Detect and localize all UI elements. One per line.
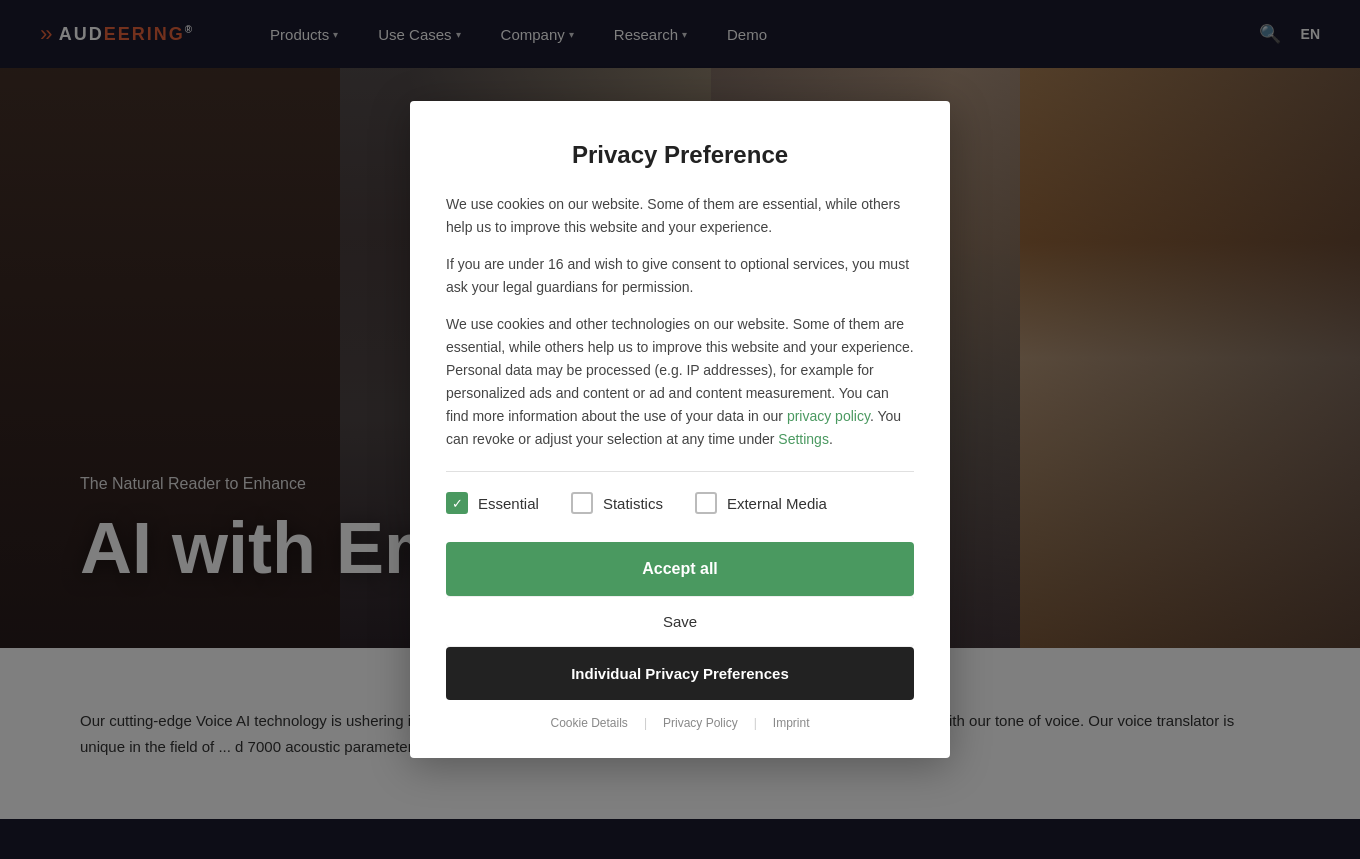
modal-backdrop: Privacy Preference We use cookies on our… <box>0 0 1360 819</box>
checkbox-row: ✓ Essential Statistics External Media <box>446 492 914 514</box>
modal-para3: We use cookies and other technologies on… <box>446 313 914 452</box>
footer-sep-1: | <box>644 716 647 730</box>
settings-link[interactable]: Settings <box>778 431 829 447</box>
accept-all-button[interactable]: Accept all <box>446 542 914 596</box>
checkbox-external-media[interactable]: External Media <box>695 492 827 514</box>
checkbox-statistics-label: Statistics <box>603 495 663 512</box>
checkbox-essential-label: Essential <box>478 495 539 512</box>
privacy-policy-link[interactable]: privacy policy <box>787 408 870 424</box>
modal-para2: If you are under 16 and wish to give con… <box>446 253 914 299</box>
checkbox-essential[interactable]: ✓ Essential <box>446 492 539 514</box>
button-group: Accept all Save Individual Privacy Prefe… <box>446 542 914 700</box>
modal-footer: Cookie Details | Privacy Policy | Imprin… <box>446 716 914 730</box>
checkbox-statistics[interactable]: Statistics <box>571 492 663 514</box>
checkbox-essential-box[interactable]: ✓ <box>446 492 468 514</box>
checkbox-external-box[interactable] <box>695 492 717 514</box>
footer-sep-2: | <box>754 716 757 730</box>
privacy-modal: Privacy Preference We use cookies on our… <box>410 101 950 759</box>
cookie-details-link[interactable]: Cookie Details <box>551 716 628 730</box>
privacy-policy-footer-link[interactable]: Privacy Policy <box>663 716 738 730</box>
checkbox-statistics-box[interactable] <box>571 492 593 514</box>
individual-preferences-button[interactable]: Individual Privacy Preferences <box>446 647 914 700</box>
imprint-link[interactable]: Imprint <box>773 716 810 730</box>
checkbox-external-label: External Media <box>727 495 827 512</box>
modal-para1: We use cookies on our website. Some of t… <box>446 193 914 239</box>
save-button[interactable]: Save <box>446 596 914 647</box>
modal-title: Privacy Preference <box>446 141 914 169</box>
modal-divider <box>446 471 914 472</box>
